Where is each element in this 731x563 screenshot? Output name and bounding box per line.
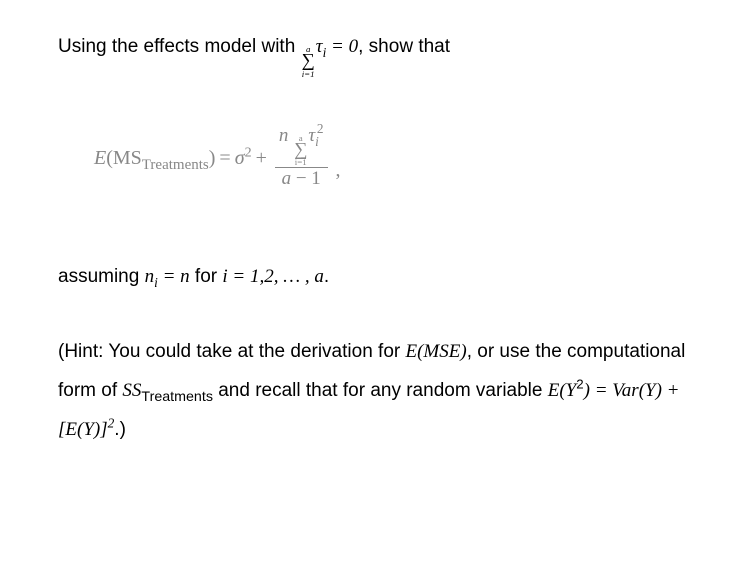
hint-l3: [E(Y)]2 <box>58 419 114 440</box>
fraction: n a∑i=1τi2 a − 1 <box>275 126 328 191</box>
hint-l1a: (Hint: You could take at the derivation … <box>58 341 406 362</box>
lhs-open: ( <box>106 147 113 169</box>
hint-eq-lhs-pow: 2 <box>576 376 583 391</box>
hint-eq-mid: = Var(Y) + <box>590 380 680 401</box>
assuming-prefix: assuming <box>58 266 145 287</box>
intro-prefix: Using the effects model with <box>58 36 301 57</box>
sigma-pow: 2 <box>245 145 252 160</box>
hint-ss-sub: Treatments <box>141 388 213 404</box>
display-equation: E(MSTreatments) = σ2 + n a∑i=1τi2 a − 1 … <box>94 126 701 191</box>
intro-sum: a∑i=1τi <box>301 36 327 57</box>
equals-zero: = 0 <box>326 36 358 57</box>
sum-stack: a∑i=1 <box>302 45 315 78</box>
equals: = <box>219 142 230 174</box>
lhs-MS: MS <box>113 147 142 169</box>
trailing-comma: , <box>336 154 341 190</box>
den-a: a <box>282 168 292 189</box>
hint-l3-close: ] <box>100 419 107 440</box>
lhs-E: E <box>94 147 106 169</box>
intro-suffix: , show that <box>358 36 450 57</box>
ni: ni <box>145 266 158 287</box>
num-sum: a∑i=1 <box>293 134 308 167</box>
num-sigma-symbol: ∑ <box>294 142 307 159</box>
numerator: n a∑i=1τi2 <box>275 126 328 169</box>
assuming-line: assuming ni = n for i = 1,2, … , a. <box>58 262 701 292</box>
denominator: a − 1 <box>278 168 325 190</box>
hint-l3-end: .) <box>114 419 126 440</box>
document-page: Using the effects model with a∑i=1τi = 0… <box>0 0 731 479</box>
intro-line: Using the effects model with a∑i=1τi = 0… <box>58 32 701 78</box>
num-sum-lower: i=1 <box>295 158 307 166</box>
hint-e-mse: E(MSE) <box>406 341 467 362</box>
sigma-symbol: ∑ <box>302 53 315 70</box>
hint-paragraph: (Hint: You could take at the derivation … <box>58 333 701 450</box>
eq-n: = n <box>158 266 190 287</box>
sum-body-var: τ <box>316 36 323 57</box>
sum-lower: i=1 <box>302 70 315 78</box>
hint-ss: SS <box>122 380 141 401</box>
plus: + <box>256 142 267 174</box>
hint-l3-ey: E(Y) <box>65 419 100 440</box>
hint-eq-lhs: E(Y <box>548 380 577 401</box>
hint-l2b: and recall that for any random variable <box>213 380 548 401</box>
lhs-close: ) <box>209 147 216 169</box>
den-minus: − 1 <box>291 168 321 189</box>
num-n: n <box>279 125 293 146</box>
for-text: for <box>190 266 223 287</box>
hint-l1b: , or use the computational <box>467 341 686 362</box>
sigma: σ <box>235 147 245 169</box>
ni-n: n <box>145 266 155 287</box>
dot: . <box>324 266 329 287</box>
lhs-sub: Treatments <box>142 157 209 173</box>
range: i = 1,2, … , a <box>222 266 324 287</box>
hint-l2a: form of <box>58 380 122 401</box>
num-tau-pow: 2 <box>317 121 324 136</box>
